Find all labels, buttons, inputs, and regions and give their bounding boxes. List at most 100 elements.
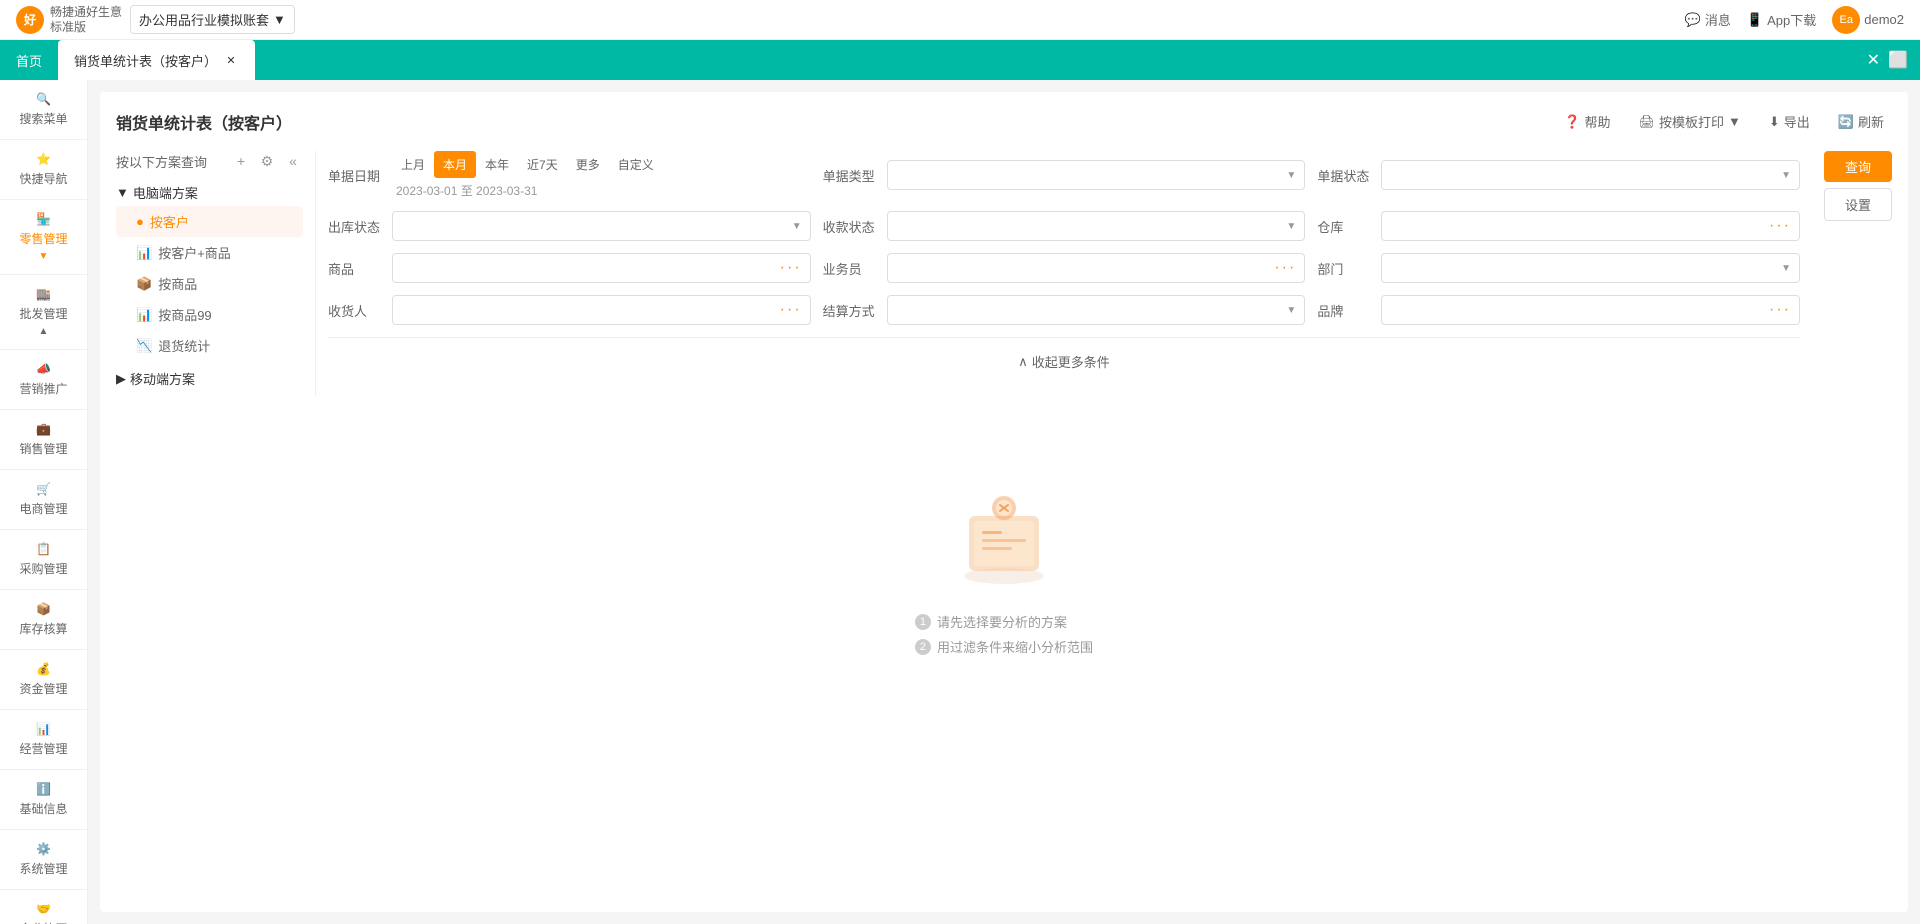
date-tab-more[interactable]: 更多 bbox=[567, 151, 609, 178]
brand-dropdown[interactable]: ··· bbox=[1381, 295, 1800, 325]
ops-icon: 📊 bbox=[36, 722, 51, 736]
page-title: 销货单统计表（按客户） bbox=[116, 110, 292, 134]
date-tab-7days[interactable]: 近7天 bbox=[518, 151, 567, 178]
scheme-item-by-customer[interactable]: ● 按客户 bbox=[116, 206, 303, 237]
tab-close-icon[interactable]: ✕ bbox=[223, 52, 239, 68]
customer-goods-icon: 📊 bbox=[136, 245, 152, 261]
logo-area: 好 畅捷通好生意 标准版 bbox=[16, 5, 122, 34]
chevron-down-icon: ▼ bbox=[1286, 170, 1296, 181]
export-button[interactable]: ⬇ 导出 bbox=[1761, 108, 1818, 135]
sidebar-item-finance[interactable]: 💰 资金管理 bbox=[0, 650, 87, 710]
sidebar-item-basic[interactable]: ℹ️ 基础信息 bbox=[0, 770, 87, 830]
sidebar-item-wholesale[interactable]: 🏬 批发管理 ▲ bbox=[0, 275, 87, 350]
out-status-dropdown[interactable]: ▼ bbox=[392, 211, 811, 241]
receipt-status-dropdown[interactable]: ▼ bbox=[887, 211, 1306, 241]
sidebar-item-system[interactable]: ⚙️ 系统管理 bbox=[0, 830, 87, 890]
help-button[interactable]: ❓ 帮助 bbox=[1556, 108, 1618, 135]
refresh-button[interactable]: 🔄 刷新 bbox=[1830, 108, 1892, 135]
sidebar: 🔍 搜索菜单 ⭐ 快捷导航 🏪 零售管理 ▼ 🏬 批发管理 ▲ 📣 营销推广 💼… bbox=[0, 80, 88, 924]
print-button[interactable]: 🖨 按模板打印 ▼ bbox=[1630, 108, 1748, 135]
warehouse-dropdown[interactable]: ··· bbox=[1381, 211, 1800, 241]
tab-home[interactable]: 首页 bbox=[0, 40, 58, 80]
date-filter-container: 上月 本月 本年 近7天 更多 自定义 2023-03-01 至 2023-03… bbox=[392, 151, 811, 199]
content-area: 销货单统计表（按客户） ❓ 帮助 🖨 按模板打印 ▼ ⬇ 导出 bbox=[88, 80, 1920, 924]
filter-receipt-status: 收款状态 ▼ bbox=[823, 211, 1306, 241]
sidebar-item-purchase[interactable]: 📋 采购管理 bbox=[0, 530, 87, 590]
scheme-item-by-goods[interactable]: 📦 按商品 bbox=[116, 268, 303, 299]
sidebar-item-corp[interactable]: 🤝 企业协同 bbox=[0, 890, 87, 924]
app-selector[interactable]: 办公用品行业模拟账套 ▼ bbox=[130, 5, 295, 34]
date-tab-custom[interactable]: 自定义 bbox=[609, 151, 663, 178]
customer-icon: ● bbox=[136, 214, 144, 229]
date-tab-this-month[interactable]: 本月 bbox=[434, 151, 476, 178]
dots-icon: ··· bbox=[1769, 301, 1791, 319]
staff-label: 业务员 bbox=[823, 259, 879, 278]
star-icon: ⭐ bbox=[36, 152, 51, 166]
message-button[interactable]: 💬 消息 bbox=[1685, 10, 1731, 29]
brand-label: 品牌 bbox=[1317, 301, 1373, 320]
scheme-group-mobile-title[interactable]: ▶ 移动端方案 bbox=[116, 365, 303, 392]
dept-dropdown[interactable]: ▼ bbox=[1381, 253, 1800, 283]
chevron-down-icon: ▼ bbox=[1286, 305, 1296, 316]
date-label: 单据日期 bbox=[328, 166, 384, 185]
settle-dropdown[interactable]: ▼ bbox=[887, 295, 1306, 325]
scheme-group-desktop: ▼ 电脑端方案 ● 按客户 📊 按客户+商品 📦 bbox=[116, 179, 303, 361]
basic-icon: ℹ️ bbox=[36, 782, 51, 796]
dots-icon: ··· bbox=[780, 259, 802, 277]
doc-type-dropdown[interactable]: ▼ bbox=[887, 160, 1306, 190]
collapse-more-button[interactable]: ∧ 收起更多条件 bbox=[1018, 346, 1110, 377]
wholesale-icon: 🏬 bbox=[36, 287, 51, 301]
main-layout: 🔍 搜索菜单 ⭐ 快捷导航 🏪 零售管理 ▼ 🏬 批发管理 ▲ 📣 营销推广 💼… bbox=[0, 80, 1920, 924]
settings-button[interactable]: 设置 bbox=[1824, 188, 1892, 221]
settle-label: 结算方式 bbox=[823, 301, 879, 320]
sidebar-item-marketing[interactable]: 📣 营销推广 bbox=[0, 350, 87, 410]
sidebar-item-sales[interactable]: 💼 销售管理 bbox=[0, 410, 87, 470]
user-menu-button[interactable]: Ea demo2 bbox=[1832, 6, 1904, 34]
filter-and-buttons: 单据日期 上月 本月 本年 近7天 更多 自定义 bbox=[328, 151, 1892, 396]
filter-dept: 部门 ▼ bbox=[1317, 253, 1800, 283]
app-download-button[interactable]: 📱 App下载 bbox=[1747, 10, 1816, 29]
tab-bar-right: ✕ ⬜ bbox=[1867, 50, 1920, 70]
goods-dropdown[interactable]: ··· bbox=[392, 253, 811, 283]
warehouse-label: 仓库 bbox=[1317, 217, 1373, 236]
empty-tips: 1 请先选择要分析的方案 2 用过滤条件来缩小分析范围 bbox=[915, 612, 1093, 662]
tab-bar: 首页 销货单统计表（按客户） ✕ ✕ ⬜ bbox=[0, 40, 1920, 80]
sidebar-search[interactable]: 🔍 搜索菜单 bbox=[0, 80, 87, 140]
filter-warehouse: 仓库 ··· bbox=[1317, 211, 1800, 241]
sidebar-quicknav[interactable]: ⭐ 快捷导航 bbox=[0, 140, 87, 200]
receiver-dropdown[interactable]: ··· bbox=[392, 295, 811, 325]
date-tab-this-year[interactable]: 本年 bbox=[476, 151, 518, 178]
tab-sales-stat[interactable]: 销货单统计表（按客户） ✕ bbox=[58, 40, 255, 80]
scheme-tools: + ⚙ « bbox=[231, 151, 303, 171]
date-tab-prev-month[interactable]: 上月 bbox=[392, 151, 434, 178]
chevron-right-icon: ▼ bbox=[39, 251, 49, 262]
sidebar-item-retail[interactable]: 🏪 零售管理 ▼ bbox=[0, 200, 87, 275]
goods-icon: 📦 bbox=[136, 276, 152, 292]
window-maximize-button[interactable]: ⬜ bbox=[1888, 50, 1908, 70]
scheme-collapse-button[interactable]: « bbox=[283, 151, 303, 171]
doc-status-dropdown[interactable]: ▼ bbox=[1381, 160, 1800, 190]
scheme-item-by-customer-goods[interactable]: 📊 按客户+商品 bbox=[116, 237, 303, 268]
chevron-down-icon: ▼ bbox=[273, 12, 286, 27]
sidebar-item-ecom[interactable]: 🛒 电商管理 bbox=[0, 470, 87, 530]
staff-dropdown[interactable]: ··· bbox=[887, 253, 1306, 283]
sidebar-item-inventory[interactable]: 📦 库存核算 bbox=[0, 590, 87, 650]
scheme-item-by-goods-99[interactable]: 📊 按商品99 bbox=[116, 299, 303, 330]
scheme-group-desktop-title[interactable]: ▼ 电脑端方案 bbox=[116, 179, 303, 206]
sales-icon: 💼 bbox=[36, 422, 51, 436]
download-icon: 📱 bbox=[1747, 12, 1763, 28]
chevron-down-icon: ▼ bbox=[1781, 263, 1791, 274]
page-actions: ❓ 帮助 🖨 按模板打印 ▼ ⬇ 导出 🔄 刷新 bbox=[1556, 108, 1892, 135]
goods99-icon: 📊 bbox=[136, 307, 152, 323]
scheme-item-return-stat[interactable]: 📉 退货统计 bbox=[116, 330, 303, 361]
filter-area: 单据日期 上月 本月 本年 近7天 更多 自定义 bbox=[328, 151, 1800, 396]
ecom-icon: 🛒 bbox=[36, 482, 51, 496]
query-button[interactable]: 查询 bbox=[1824, 151, 1892, 182]
sidebar-item-ops[interactable]: 📊 经营管理 bbox=[0, 710, 87, 770]
filter-staff: 业务员 ··· bbox=[823, 253, 1306, 283]
doc-status-label: 单据状态 bbox=[1317, 166, 1373, 185]
scheme-add-button[interactable]: + bbox=[231, 151, 251, 171]
export-icon: ⬇ bbox=[1769, 114, 1780, 130]
window-close-button[interactable]: ✕ bbox=[1867, 50, 1880, 70]
scheme-settings-button[interactable]: ⚙ bbox=[257, 151, 277, 171]
